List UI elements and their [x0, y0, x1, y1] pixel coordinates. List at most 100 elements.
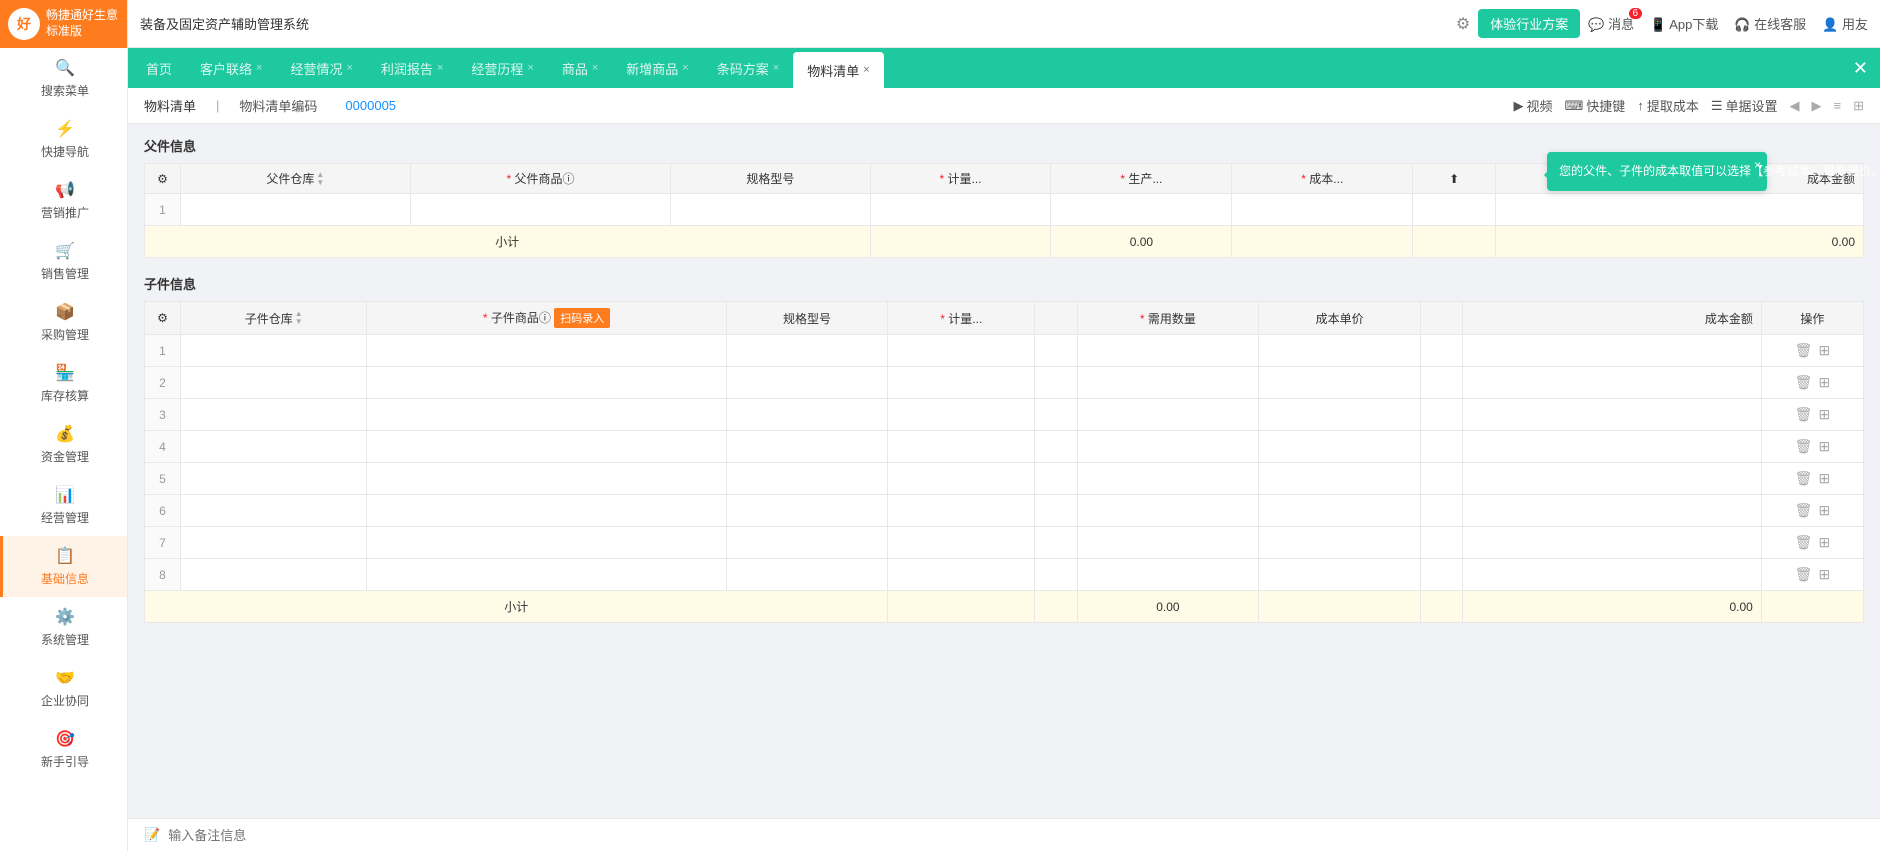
copy-icon[interactable]: ⊞: [1818, 438, 1830, 455]
delete-icon[interactable]: 🗑: [1795, 566, 1813, 583]
parent-th-spec: 规格型号: [671, 164, 870, 194]
child-th-spec: 规格型号: [726, 302, 888, 335]
tab-close-icon[interactable]: ×: [527, 62, 533, 74]
bottom-bar: 📝: [128, 818, 1880, 851]
view-toggle-button[interactable]: ≡: [1834, 98, 1842, 113]
row-actions: 🗑 ⊞: [1762, 374, 1863, 391]
main-area: 装备及固定资产辅助管理系统 ⚙ 体验行业方案 💬 消息 6 📱 App下载 🎧 …: [128, 0, 1880, 851]
child-th-gear[interactable]: ⚙: [145, 302, 181, 335]
sidebar-item-guide[interactable]: 🎯新手引导: [0, 719, 127, 780]
shortcut-button[interactable]: ⌨ 快捷键: [1565, 96, 1626, 115]
top-right-actions: 💬 消息 6 📱 App下载 🎧 在线客服 👤 用友: [1588, 14, 1868, 33]
nav-tab-新增商品[interactable]: 新增商品 ×: [612, 48, 702, 88]
logo-text: 畅捷通好生意 标准版: [46, 8, 118, 39]
child-th-actions: 操作: [1761, 302, 1863, 335]
row-actions: 🗑 ⊞: [1762, 534, 1863, 551]
delete-icon[interactable]: 🗑: [1795, 470, 1813, 487]
nav-next-button[interactable]: ▶: [1812, 98, 1822, 114]
delete-icon[interactable]: 🗑: [1795, 438, 1813, 455]
sidebar-item-quick-nav[interactable]: ⚡快捷导航: [0, 109, 127, 170]
nav-tab-经营情况[interactable]: 经营情况 ×: [276, 48, 366, 88]
expand-button[interactable]: ⊞: [1853, 98, 1864, 114]
child-table-row: 4 🗑 ⊞: [145, 431, 1864, 463]
child-subtotal-label: 小计: [145, 591, 888, 623]
row-actions: 🗑 ⊞: [1762, 470, 1863, 487]
sales-icon: 🛒: [55, 241, 75, 261]
parent-th-cost: * 成本...: [1232, 164, 1413, 194]
child-table-row: 7 🗑 ⊞: [145, 527, 1864, 559]
nav-tab-经营历程[interactable]: 经营历程 ×: [457, 48, 547, 88]
sidebar-item-search[interactable]: 🔍搜索菜单: [0, 48, 127, 109]
sidebar-menu: 🔍搜索菜单⚡快捷导航📢营销推广🛒销售管理📦采购管理🏪库存核算💰资金管理📊经营管理…: [0, 48, 127, 780]
parent-th-extra: ⬆ × 您的父件、子件的成本取值可以选择【参考成本、最新进价、平均成本】: [1413, 164, 1496, 194]
delete-icon[interactable]: 🗑: [1795, 374, 1813, 391]
sidebar-item-label: 资金管理: [41, 448, 89, 465]
delete-icon[interactable]: 🗑: [1795, 342, 1813, 359]
copy-icon[interactable]: ⊞: [1818, 502, 1830, 519]
sidebar-item-sales[interactable]: 🛒销售管理: [0, 231, 127, 292]
sidebar-item-basic-info[interactable]: 📋基础信息: [0, 536, 127, 597]
parent-table: ⚙ 父件仓库 ▲▼ * 父件商品ⓘ 规格型号 * 计量... * 生产... *…: [144, 163, 1864, 258]
sidebar-item-label: 企业协同: [41, 692, 89, 709]
delete-icon[interactable]: 🗑: [1795, 406, 1813, 423]
child-th-unit: * 计量...: [888, 302, 1035, 335]
copy-icon[interactable]: ⊞: [1818, 406, 1830, 423]
nav-tab-利润报告[interactable]: 利润报告 ×: [367, 48, 457, 88]
nav-tab-商品[interactable]: 商品 ×: [548, 48, 612, 88]
nav-tab-条码方案[interactable]: 条码方案 ×: [703, 48, 793, 88]
sidebar-item-operation[interactable]: 📊经营管理: [0, 475, 127, 536]
scan-input-button[interactable]: 扫码录入: [554, 308, 610, 328]
doc-code-value: 0000005: [345, 98, 396, 113]
nav-prev-button[interactable]: ◀: [1790, 98, 1800, 114]
copy-icon[interactable]: ⊞: [1818, 534, 1830, 551]
view-button[interactable]: ▶ 视频: [1514, 96, 1553, 115]
delete-icon[interactable]: 🗑: [1795, 534, 1813, 551]
tooltip-close-button[interactable]: ×: [1754, 156, 1761, 175]
nav-tab-首页[interactable]: 首页: [132, 48, 186, 88]
sidebar-item-system[interactable]: ⚙️ 系统管理: [0, 597, 127, 658]
copy-icon[interactable]: ⊞: [1818, 342, 1830, 359]
child-th-quantity: * 需用数量: [1077, 302, 1259, 335]
nav-tab-物料清单[interactable]: 物料清单 ×: [793, 52, 883, 88]
close-all-tabs-button[interactable]: ✕: [1845, 58, 1876, 79]
top-header: 装备及固定资产辅助管理系统 ⚙ 体验行业方案 💬 消息 6 📱 App下载 🎧 …: [128, 0, 1880, 48]
single-settings-button[interactable]: ☰ 单据设置: [1711, 96, 1778, 115]
user-avatar[interactable]: 👤 用友: [1822, 14, 1868, 33]
parent-th-gear[interactable]: ⚙: [145, 164, 181, 194]
delete-icon[interactable]: 🗑: [1795, 502, 1813, 519]
online-service-button[interactable]: 🎧 在线客服: [1734, 14, 1806, 33]
nav-tab-客户联络[interactable]: 客户联络 ×: [186, 48, 276, 88]
parent-th-production: * 生产...: [1051, 164, 1232, 194]
tab-close-icon[interactable]: ×: [592, 62, 598, 74]
tab-close-icon[interactable]: ×: [437, 62, 443, 74]
child-subtotal-row: 小计 0.00 0.00: [145, 591, 1864, 623]
note-input[interactable]: [168, 828, 1864, 843]
sidebar-item-marketing[interactable]: 📢营销推广: [0, 170, 127, 231]
gear-button[interactable]: ⚙: [1456, 14, 1470, 34]
system-icon: ⚙️: [55, 607, 75, 627]
row-actions: 🗑 ⊞: [1762, 342, 1863, 359]
copy-icon[interactable]: ⊞: [1818, 374, 1830, 391]
tab-close-icon[interactable]: ×: [773, 62, 779, 74]
child-th-product: * 子件商品ⓘ 扫码录入: [367, 302, 726, 335]
tab-close-icon[interactable]: ×: [682, 62, 688, 74]
breadcrumb-current[interactable]: 物料清单: [144, 96, 196, 115]
copy-icon[interactable]: ⊞: [1818, 566, 1830, 583]
tab-close-icon[interactable]: ×: [863, 64, 869, 76]
tab-close-icon[interactable]: ×: [256, 62, 262, 74]
tab-close-icon[interactable]: ×: [346, 62, 352, 74]
parent-table-row: 1: [145, 194, 1864, 226]
sidebar-item-finance[interactable]: 💰资金管理: [0, 414, 127, 475]
message-button[interactable]: 💬 消息 6: [1588, 14, 1634, 33]
sidebar-item-inventory[interactable]: 🏪库存核算: [0, 353, 127, 414]
sidebar-item-label: 系统管理: [41, 631, 89, 648]
app-download-button[interactable]: 📱 App下载: [1650, 14, 1718, 33]
trial-button[interactable]: 体验行业方案: [1478, 9, 1580, 38]
child-table: ⚙ 子件仓库 ▲▼ * 子件商品ⓘ 扫码录入 规格型号 * 计量... * 需用…: [144, 301, 1864, 623]
copy-icon[interactable]: ⊞: [1818, 470, 1830, 487]
extract-cost-button[interactable]: ↑ 提取成本: [1637, 96, 1699, 115]
sidebar-item-purchase[interactable]: 📦采购管理: [0, 292, 127, 353]
sidebar-item-collab[interactable]: 🤝企业协同: [0, 658, 127, 719]
purchase-icon: 📦: [55, 302, 75, 322]
child-subtotal-quantity: 0.00: [1077, 591, 1259, 623]
